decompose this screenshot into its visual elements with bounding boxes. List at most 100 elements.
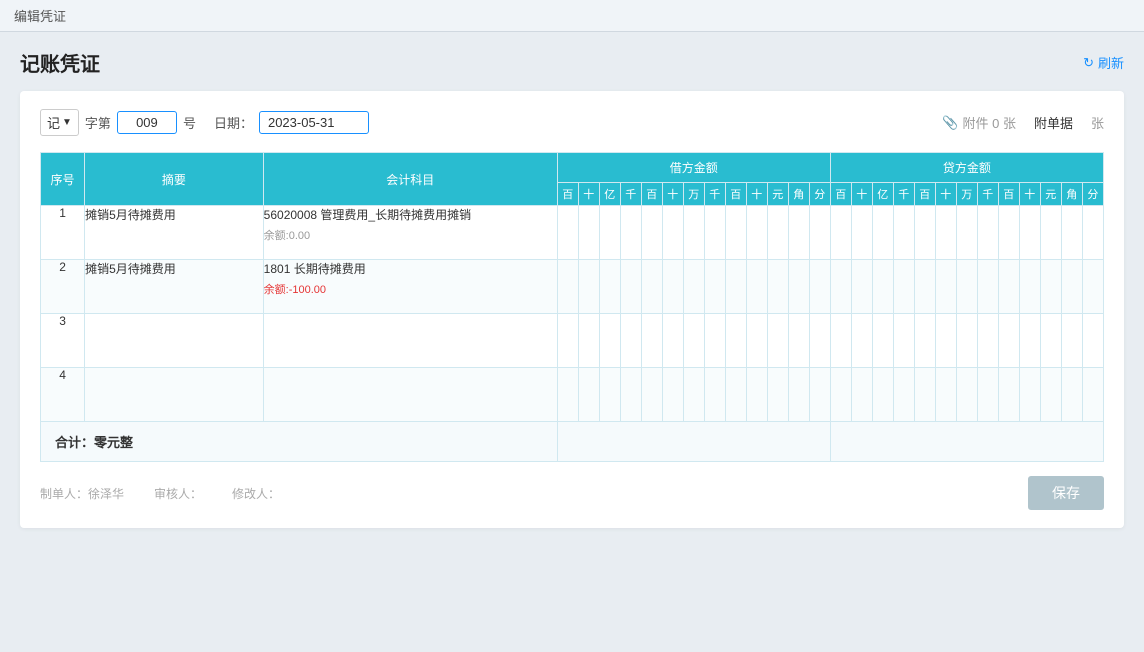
debit-cell-r1-c9[interactable]: [725, 206, 746, 260]
debit-cell-r4-c7[interactable]: [683, 368, 704, 422]
debit-cell-r1-c7[interactable]: [683, 206, 704, 260]
credit-cell-r1-c12[interactable]: [1061, 206, 1082, 260]
credit-cell-r3-c2[interactable]: [851, 314, 872, 368]
credit-cell-r3-c8[interactable]: [977, 314, 998, 368]
credit-cell-r3-c1[interactable]: [830, 314, 851, 368]
credit-cell-r3-c13[interactable]: [1082, 314, 1103, 368]
debit-cell-r2-c6[interactable]: [662, 260, 683, 314]
cell-summary-3[interactable]: [85, 314, 264, 368]
debit-cell-r4-c8[interactable]: [704, 368, 725, 422]
debit-cell-r1-c8[interactable]: [704, 206, 725, 260]
credit-cell-r1-c13[interactable]: [1082, 206, 1103, 260]
credit-cell-r4-c6[interactable]: [935, 368, 956, 422]
cell-summary-4[interactable]: [85, 368, 264, 422]
credit-cell-r2-c8[interactable]: [977, 260, 998, 314]
credit-cell-r3-c9[interactable]: [998, 314, 1019, 368]
debit-cell-r2-c2[interactable]: [578, 260, 599, 314]
credit-cell-r2-c4[interactable]: [893, 260, 914, 314]
credit-cell-r4-c7[interactable]: [956, 368, 977, 422]
debit-cell-r4-c12[interactable]: [788, 368, 809, 422]
debit-cell-r1-c11[interactable]: [767, 206, 788, 260]
debit-cell-r1-c13[interactable]: [809, 206, 830, 260]
credit-cell-r3-c5[interactable]: [914, 314, 935, 368]
cell-account-4[interactable]: [263, 368, 557, 422]
credit-cell-r4-c13[interactable]: [1082, 368, 1103, 422]
cell-account-2[interactable]: 1801 长期待摊费用余额:-100.00: [263, 260, 557, 314]
credit-cell-r3-c6[interactable]: [935, 314, 956, 368]
num-input[interactable]: [117, 111, 177, 134]
debit-cell-r2-c7[interactable]: [683, 260, 704, 314]
attach-link[interactable]: 📎 附件 0 张: [942, 113, 1016, 132]
credit-cell-r2-c5[interactable]: [914, 260, 935, 314]
debit-cell-r4-c1[interactable]: [557, 368, 578, 422]
cell-summary-1[interactable]: 摊销5月待摊费用: [85, 206, 264, 260]
credit-cell-r4-c2[interactable]: [851, 368, 872, 422]
credit-cell-r1-c8[interactable]: [977, 206, 998, 260]
credit-cell-r1-c4[interactable]: [893, 206, 914, 260]
credit-cell-r4-c1[interactable]: [830, 368, 851, 422]
cell-summary-2[interactable]: 摊销5月待摊费用: [85, 260, 264, 314]
debit-cell-r4-c11[interactable]: [767, 368, 788, 422]
debit-cell-r3-c11[interactable]: [767, 314, 788, 368]
debit-cell-r3-c3[interactable]: [599, 314, 620, 368]
type-select[interactable]: 记 ▼: [40, 109, 79, 136]
debit-cell-r1-c4[interactable]: [620, 206, 641, 260]
debit-cell-r3-c7[interactable]: [683, 314, 704, 368]
credit-cell-r2-c2[interactable]: [851, 260, 872, 314]
refresh-button[interactable]: ↻ 刷新: [1083, 53, 1124, 72]
credit-cell-r2-c9[interactable]: [998, 260, 1019, 314]
debit-cell-r3-c13[interactable]: [809, 314, 830, 368]
debit-cell-r2-c5[interactable]: [641, 260, 662, 314]
debit-cell-r2-c11[interactable]: [767, 260, 788, 314]
debit-cell-r1-c2[interactable]: [578, 206, 599, 260]
credit-cell-r2-c11[interactable]: [1040, 260, 1061, 314]
debit-cell-r4-c3[interactable]: [599, 368, 620, 422]
credit-cell-r4-c3[interactable]: [872, 368, 893, 422]
debit-cell-r2-c4[interactable]: [620, 260, 641, 314]
credit-cell-r2-c10[interactable]: [1019, 260, 1040, 314]
debit-cell-r1-c12[interactable]: [788, 206, 809, 260]
debit-cell-r1-c3[interactable]: [599, 206, 620, 260]
debit-cell-r4-c6[interactable]: [662, 368, 683, 422]
credit-cell-r1-c11[interactable]: [1040, 206, 1061, 260]
date-input[interactable]: [259, 111, 369, 134]
debit-cell-r3-c2[interactable]: [578, 314, 599, 368]
debit-cell-r3-c10[interactable]: [746, 314, 767, 368]
debit-cell-r3-c1[interactable]: [557, 314, 578, 368]
credit-cell-r2-c6[interactable]: [935, 260, 956, 314]
credit-cell-r4-c9[interactable]: [998, 368, 1019, 422]
debit-cell-r4-c2[interactable]: [578, 368, 599, 422]
credit-cell-r1-c2[interactable]: [851, 206, 872, 260]
debit-cell-r3-c6[interactable]: [662, 314, 683, 368]
debit-cell-r2-c3[interactable]: [599, 260, 620, 314]
debit-cell-r3-c8[interactable]: [704, 314, 725, 368]
credit-cell-r2-c12[interactable]: [1061, 260, 1082, 314]
credit-cell-r4-c11[interactable]: [1040, 368, 1061, 422]
cell-account-3[interactable]: [263, 314, 557, 368]
save-button[interactable]: 保存: [1028, 476, 1104, 510]
credit-cell-r4-c10[interactable]: [1019, 368, 1040, 422]
credit-cell-r3-c12[interactable]: [1061, 314, 1082, 368]
credit-cell-r4-c5[interactable]: [914, 368, 935, 422]
credit-cell-r1-c1[interactable]: [830, 206, 851, 260]
debit-cell-r3-c12[interactable]: [788, 314, 809, 368]
debit-cell-r2-c13[interactable]: [809, 260, 830, 314]
debit-cell-r3-c4[interactable]: [620, 314, 641, 368]
credit-cell-r3-c3[interactable]: [872, 314, 893, 368]
debit-cell-r1-c5[interactable]: [641, 206, 662, 260]
debit-cell-r4-c13[interactable]: [809, 368, 830, 422]
credit-cell-r1-c6[interactable]: [935, 206, 956, 260]
credit-cell-r3-c7[interactable]: [956, 314, 977, 368]
debit-cell-r4-c5[interactable]: [641, 368, 662, 422]
debit-cell-r2-c9[interactable]: [725, 260, 746, 314]
credit-cell-r1-c3[interactable]: [872, 206, 893, 260]
credit-cell-r4-c4[interactable]: [893, 368, 914, 422]
debit-cell-r4-c4[interactable]: [620, 368, 641, 422]
debit-cell-r2-c10[interactable]: [746, 260, 767, 314]
credit-cell-r2-c3[interactable]: [872, 260, 893, 314]
cell-account-1[interactable]: 56020008 管理费用_长期待摊费用摊销余额:0.00: [263, 206, 557, 260]
credit-cell-r1-c9[interactable]: [998, 206, 1019, 260]
credit-cell-r3-c4[interactable]: [893, 314, 914, 368]
credit-cell-r1-c10[interactable]: [1019, 206, 1040, 260]
debit-cell-r4-c10[interactable]: [746, 368, 767, 422]
